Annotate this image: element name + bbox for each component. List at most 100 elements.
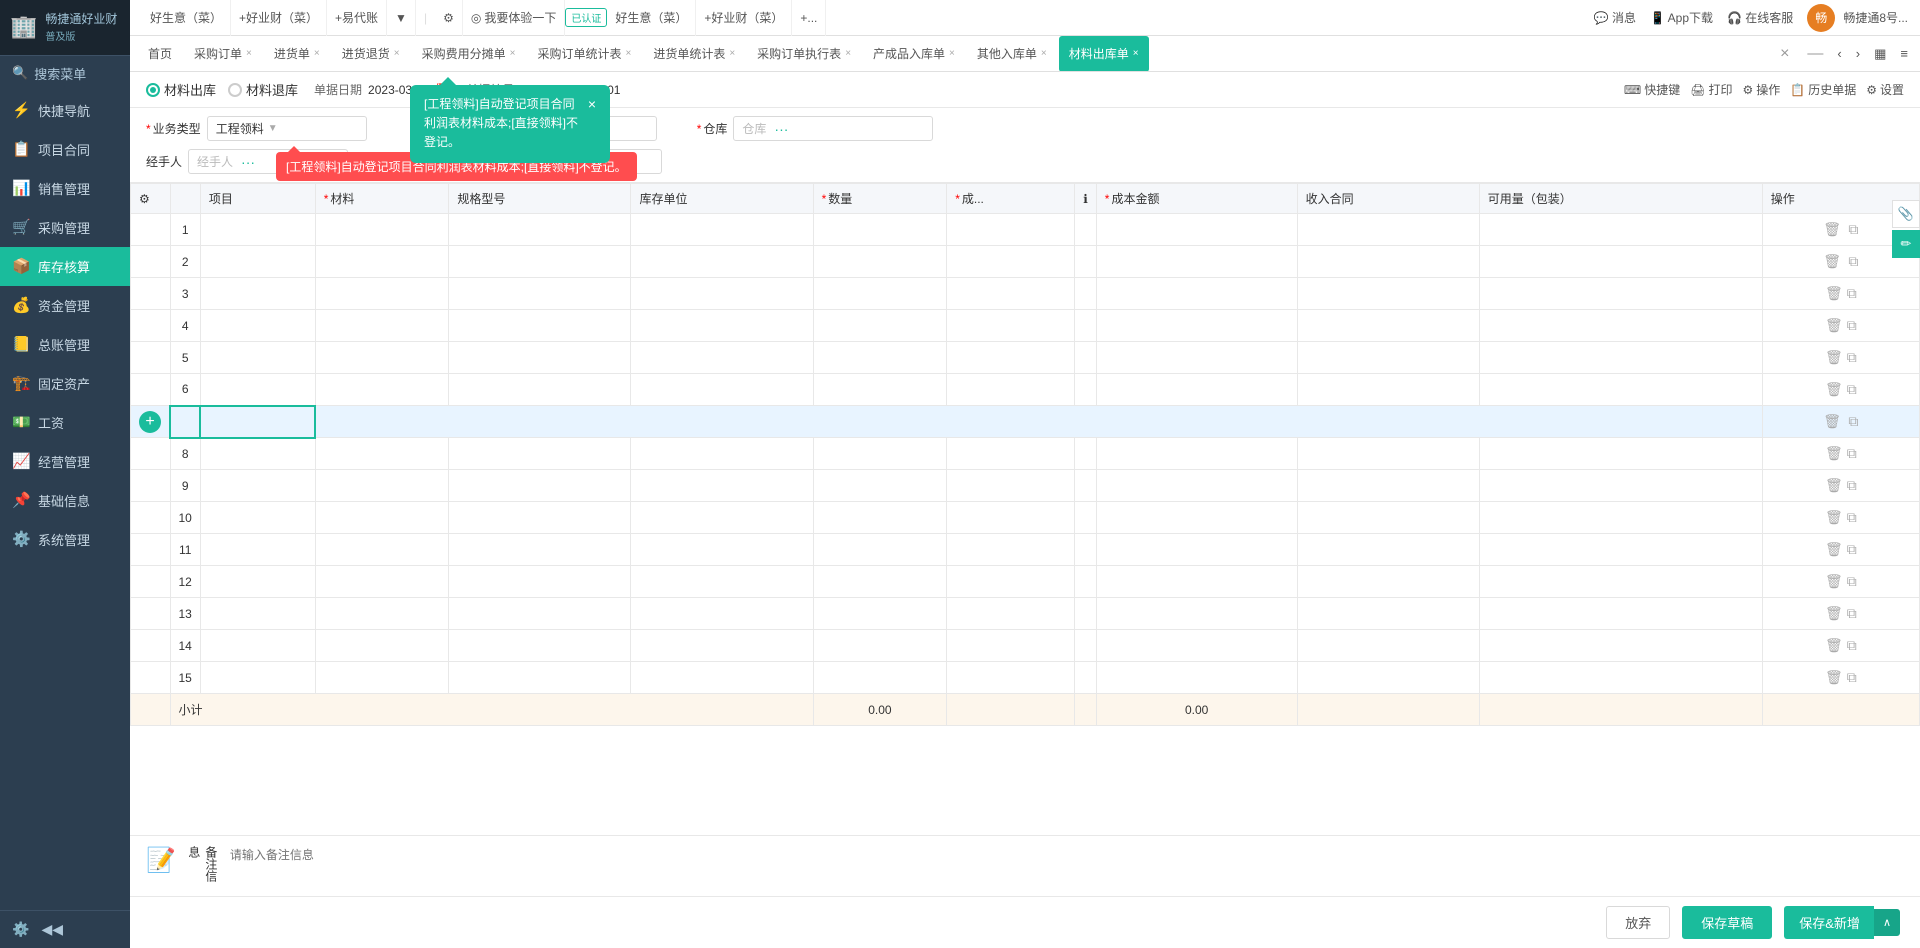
tab-close-icon[interactable]: × bbox=[394, 48, 400, 59]
delete-icon[interactable]: 🗑 bbox=[1823, 253, 1841, 269]
notes-input[interactable] bbox=[230, 846, 1904, 886]
row-project[interactable] bbox=[200, 214, 315, 246]
topbar-tab-more2[interactable]: +... bbox=[792, 0, 826, 36]
tab-close-icon[interactable]: × bbox=[510, 48, 516, 59]
sidebar-item-capital[interactable]: 💰 资金管理 bbox=[0, 286, 130, 325]
save-draft-button[interactable]: 保存草稿 bbox=[1682, 906, 1772, 939]
green-tooltip-close[interactable]: × bbox=[588, 93, 596, 115]
sec-tab-home[interactable]: 首页 bbox=[138, 36, 182, 72]
radio-material-return[interactable]: 材料退库 bbox=[228, 80, 298, 99]
copy-icon[interactable]: ⧉ bbox=[1847, 477, 1857, 493]
user-name[interactable]: 畅捷通8号... bbox=[1843, 9, 1908, 26]
row-quantity[interactable] bbox=[813, 246, 947, 278]
row-available[interactable] bbox=[1479, 342, 1762, 374]
row-spec[interactable] bbox=[449, 342, 631, 374]
row-cost[interactable] bbox=[947, 374, 1075, 406]
tab-close-icon[interactable]: × bbox=[1041, 48, 1047, 59]
row-cost[interactable] bbox=[947, 342, 1075, 374]
row-available[interactable] bbox=[1479, 214, 1762, 246]
sec-tab-incoming-stat[interactable]: 进货单统计表 × bbox=[643, 36, 745, 72]
row-cost-amount[interactable] bbox=[1096, 214, 1297, 246]
message-btn[interactable]: 💬 消息 bbox=[1594, 9, 1636, 26]
copy-icon[interactable]: ⧉ bbox=[1847, 573, 1857, 589]
sec-tab-product-in[interactable]: 产成品入库单 × bbox=[863, 36, 965, 72]
row-quantity[interactable] bbox=[813, 214, 947, 246]
copy-icon[interactable]: ⧉ bbox=[1847, 637, 1857, 653]
row-material[interactable] bbox=[315, 310, 449, 342]
delete-icon[interactable]: 🗑 bbox=[1825, 477, 1843, 493]
save-new-arrow-button[interactable]: ∧ bbox=[1874, 909, 1900, 936]
window-close-btn[interactable]: × bbox=[1772, 45, 1797, 63]
sidebar-item-ledger[interactable]: 📒 总账管理 bbox=[0, 325, 130, 364]
copy-icon[interactable]: ⧉ bbox=[1847, 605, 1857, 621]
sidebar-item-purchase[interactable]: 🛒 采购管理 bbox=[0, 208, 130, 247]
copy-icon[interactable]: ⧉ bbox=[1847, 349, 1857, 365]
tab-close-icon[interactable]: × bbox=[845, 48, 851, 59]
topbar-experience[interactable]: ◎ 我要体验一下 bbox=[463, 0, 566, 36]
radio-material-out[interactable]: 材料出库 bbox=[146, 80, 216, 99]
copy-icon[interactable]: ⧉ bbox=[1847, 541, 1857, 557]
copy-icon[interactable]: ⧉ bbox=[1848, 221, 1858, 237]
th-gear[interactable]: ⚙ bbox=[131, 184, 171, 214]
settings-icon[interactable]: ⚙️ bbox=[12, 921, 29, 938]
topbar-tab-easy-agent[interactable]: +易代账 bbox=[327, 0, 387, 36]
topbar-tab-good-business[interactable]: 好生意（菜） bbox=[142, 0, 231, 36]
add-row-spacer[interactable] bbox=[315, 406, 1762, 438]
row-cost-amount[interactable] bbox=[1096, 278, 1297, 310]
row-unit[interactable] bbox=[631, 374, 813, 406]
sec-tab-purchase-order[interactable]: 采购订单 × bbox=[184, 36, 262, 72]
row-cost[interactable] bbox=[947, 310, 1075, 342]
row-cost[interactable] bbox=[947, 214, 1075, 246]
right-tool-green[interactable]: ✏ bbox=[1892, 230, 1920, 258]
sidebar-item-basic-info[interactable]: 📌 基础信息 bbox=[0, 481, 130, 520]
row-project[interactable] bbox=[200, 278, 315, 310]
delete-icon[interactable]: 🗑 bbox=[1823, 221, 1841, 237]
add-row-button[interactable]: + bbox=[139, 411, 161, 433]
row-revenue[interactable] bbox=[1297, 214, 1479, 246]
list-view-btn[interactable]: ≡ bbox=[1896, 44, 1912, 63]
sidebar-item-system[interactable]: ⚙️ 系统管理 bbox=[0, 520, 130, 559]
row-unit[interactable] bbox=[631, 342, 813, 374]
row-available[interactable] bbox=[1479, 246, 1762, 278]
sidebar-item-fixed-assets[interactable]: 🏗️ 固定资产 bbox=[0, 364, 130, 403]
copy-icon[interactable]: ⧉ bbox=[1847, 445, 1857, 461]
sec-tab-purchase-exec[interactable]: 采购订单执行表 × bbox=[747, 36, 861, 72]
row-available[interactable] bbox=[1479, 278, 1762, 310]
copy-icon[interactable]: ⧉ bbox=[1847, 381, 1857, 397]
right-tool-attach[interactable]: 📎 bbox=[1892, 200, 1920, 228]
delete-icon[interactable]: 🗑 bbox=[1825, 445, 1843, 461]
settings-form-btn[interactable]: ⚙ 设置 bbox=[1866, 81, 1904, 98]
delete-icon[interactable]: 🗑 bbox=[1823, 413, 1841, 429]
sec-tab-material-out[interactable]: 材料出库单 × bbox=[1059, 36, 1149, 72]
sidebar-item-sales[interactable]: 📊 销售管理 bbox=[0, 169, 130, 208]
warehouse-input[interactable]: 仓库 ··· bbox=[733, 116, 933, 141]
row-quantity[interactable] bbox=[813, 374, 947, 406]
row-cost-amount[interactable] bbox=[1096, 374, 1297, 406]
row-material[interactable] bbox=[315, 342, 449, 374]
tab-close-icon[interactable]: × bbox=[314, 48, 320, 59]
delete-icon[interactable]: 🗑 bbox=[1825, 381, 1843, 397]
row-material[interactable] bbox=[315, 374, 449, 406]
handler-dots-icon[interactable]: ··· bbox=[241, 154, 255, 170]
tab-close-icon[interactable]: × bbox=[949, 48, 955, 59]
delete-icon[interactable]: 🗑 bbox=[1825, 509, 1843, 525]
sidebar-item-operation[interactable]: 📈 经营管理 bbox=[0, 442, 130, 481]
copy-icon[interactable]: ⧉ bbox=[1848, 413, 1858, 429]
copy-icon[interactable]: ⧉ bbox=[1847, 317, 1857, 333]
row-cost-amount[interactable] bbox=[1096, 246, 1297, 278]
save-new-button[interactable]: 保存&新增 bbox=[1784, 906, 1874, 939]
row-spec[interactable] bbox=[449, 374, 631, 406]
topbar-tab-more[interactable]: ▼ bbox=[387, 0, 416, 36]
tab-close-icon[interactable]: × bbox=[1133, 48, 1139, 59]
row-unit[interactable] bbox=[631, 310, 813, 342]
quick-key-btn[interactable]: ⌨ 快捷键 bbox=[1624, 81, 1680, 98]
row-spec[interactable] bbox=[449, 246, 631, 278]
row-unit[interactable] bbox=[631, 278, 813, 310]
topbar-settings[interactable]: ⚙ bbox=[435, 0, 463, 36]
sidebar-item-salary[interactable]: 💵 工资 bbox=[0, 403, 130, 442]
delete-icon[interactable]: 🗑 bbox=[1825, 669, 1843, 685]
row-project[interactable] bbox=[200, 342, 315, 374]
nav-prev-btn[interactable]: ‹ bbox=[1833, 44, 1845, 63]
row-cost[interactable] bbox=[947, 278, 1075, 310]
biz-type-input[interactable]: 工程领料 ▼ bbox=[207, 116, 367, 141]
